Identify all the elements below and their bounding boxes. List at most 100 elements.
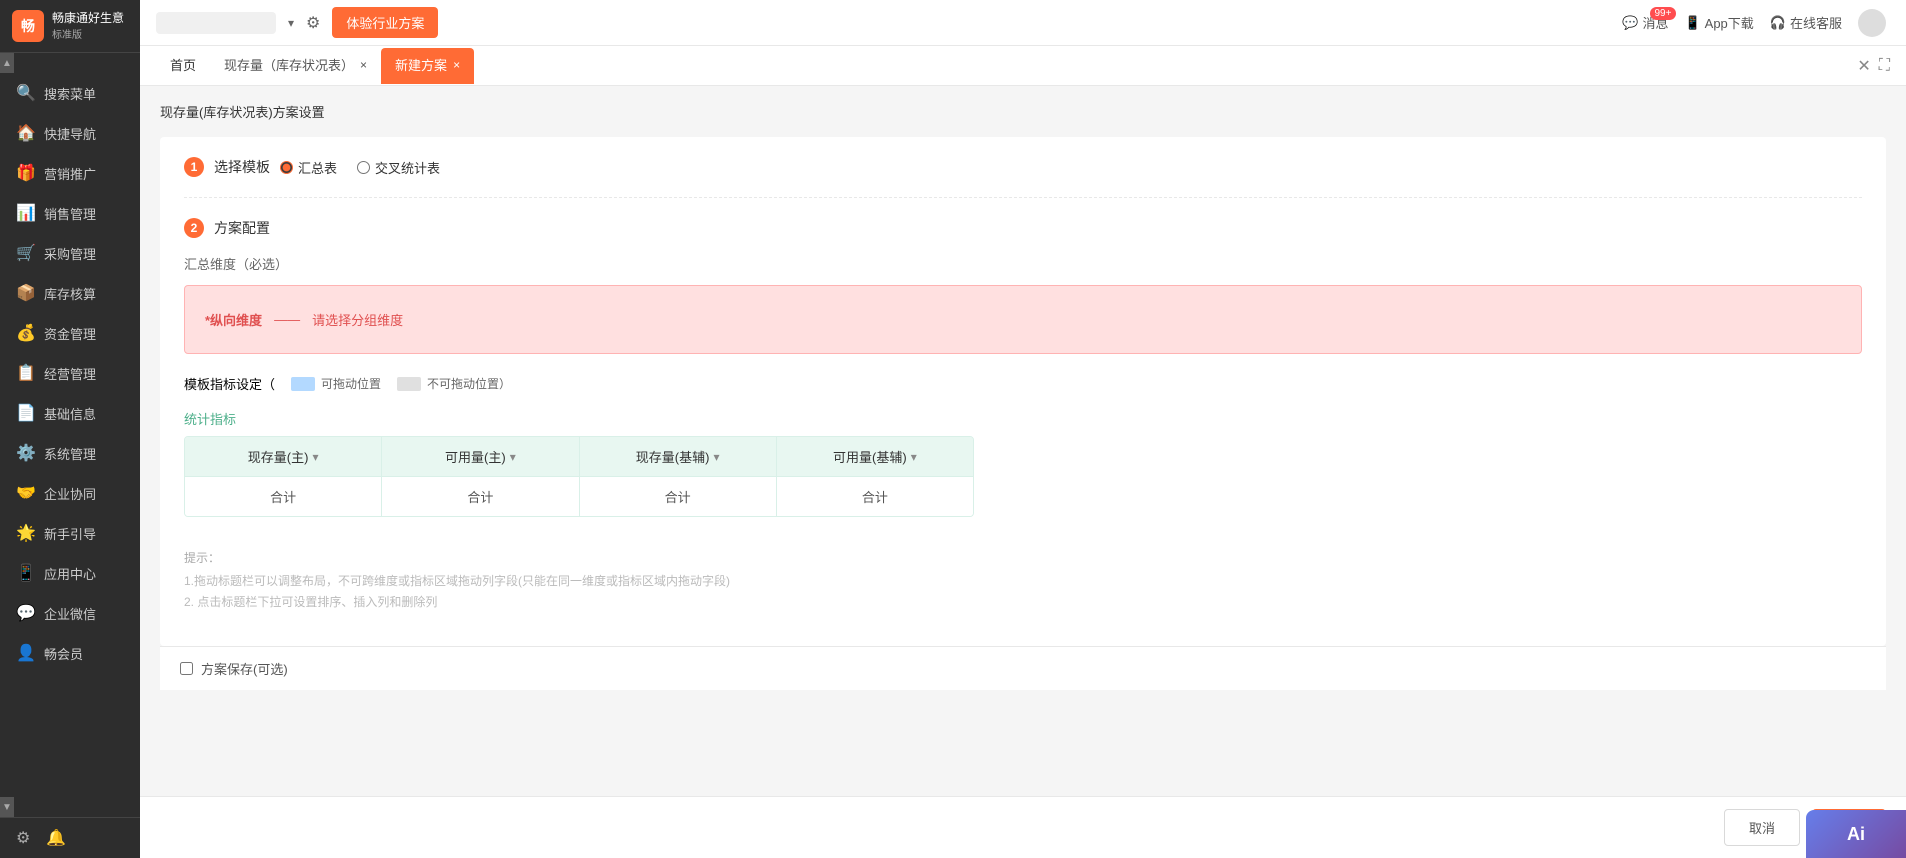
- col-available-main[interactable]: 可用量(主) ▾: [382, 437, 579, 476]
- sidebar-item-purchase[interactable]: 🛒 采购管理: [0, 233, 140, 273]
- step1-header: 1 选择模板 汇总表 交叉统计表: [184, 157, 1862, 177]
- col-current-main-arrow[interactable]: ▾: [312, 450, 318, 464]
- col-current-aux[interactable]: 现存量(基辅) ▾: [580, 437, 777, 476]
- system-icon: ⚙️: [16, 443, 36, 463]
- col-current-main[interactable]: 现存量(主) ▾: [185, 437, 382, 476]
- inventory-icon: 📦: [16, 283, 36, 303]
- try-industry-button[interactable]: 体验行业方案: [332, 7, 438, 38]
- sidebar-item-shortcut[interactable]: 🏠 快捷导航: [0, 113, 140, 153]
- wechat-icon: 💬: [16, 603, 36, 623]
- tips-title: 提示：: [184, 549, 1862, 566]
- sidebar-label-shortcut: 快捷导航: [44, 124, 96, 143]
- app-download-label: App下载: [1705, 13, 1754, 32]
- unmovable-color-box: [397, 377, 421, 391]
- sidebar-item-marketing[interactable]: 🎁 营销推广: [0, 153, 140, 193]
- radio-summary-label: 汇总表: [298, 158, 337, 177]
- topbar: ▾ ⚙ 体验行业方案 💬 消息 99+ 📱 App下载 🎧 在线客服: [140, 0, 1906, 46]
- window-close-icon[interactable]: ✕: [1857, 56, 1870, 76]
- dimension-required-label: *纵向维度: [205, 310, 262, 329]
- topbar-gear-icon[interactable]: ⚙: [306, 13, 320, 33]
- sidebar-scroll-down-btn[interactable]: ▼: [0, 797, 14, 817]
- movable-color-box: [291, 377, 315, 391]
- sidebar-label-member: 畅会员: [44, 644, 83, 663]
- col-available-aux-label: 可用量(基辅): [833, 447, 907, 466]
- online-service-label: 在线客服: [1790, 13, 1842, 32]
- dimension-box[interactable]: *纵向维度 —— 请选择分组维度: [184, 285, 1862, 354]
- sidebar-item-basic[interactable]: 📄 基础信息: [0, 393, 140, 433]
- col-available-aux[interactable]: 可用量(基辅) ▾: [777, 437, 973, 476]
- step2-title: 方案配置: [214, 218, 270, 238]
- cooperation-icon: 🤝: [16, 483, 36, 503]
- apps-icon: 📱: [16, 563, 36, 583]
- sidebar-item-inventory[interactable]: 📦 库存核算: [0, 273, 140, 313]
- tabs-bar: 首页 现存量（库存状况表） × 新建方案 × ✕ ⛶: [140, 46, 1906, 86]
- sidebar: 畅 畅康通好生意 标准版 ▲ 🔍 搜索菜单 🏠 快捷导航 🎁 营销推广 📊 销售…: [0, 0, 140, 858]
- sidebar-item-system[interactable]: ⚙️ 系统管理: [0, 433, 140, 473]
- basic-icon: 📄: [16, 403, 36, 423]
- tips-item-0: 1.拖动标题栏可以调整布局，不可跨维度或指标区域拖动列字段(只能在同一维度或指标…: [184, 572, 1862, 589]
- ai-float-button[interactable]: Ai: [1806, 810, 1906, 858]
- radio-summary-input[interactable]: [280, 161, 293, 174]
- sidebar-item-wechat[interactable]: 💬 企业微信: [0, 593, 140, 633]
- sidebar-item-operations[interactable]: 📋 经营管理: [0, 353, 140, 393]
- headset-icon: 🎧: [1770, 15, 1786, 31]
- user-avatar-area[interactable]: [1858, 9, 1890, 37]
- sidebar-scroll-up-btn[interactable]: ▲: [0, 53, 14, 73]
- content-area: 现存量(库存状况表)方案设置 1 选择模板 汇总表 交叉统计表: [140, 86, 1906, 796]
- online-service-button[interactable]: 🎧 在线客服: [1770, 13, 1842, 32]
- topbar-dropdown-icon[interactable]: ▾: [288, 16, 294, 30]
- cancel-button[interactable]: 取消: [1724, 809, 1800, 846]
- indicator-section-title: 模板指标设定（: [184, 374, 275, 393]
- search-input[interactable]: [156, 12, 276, 34]
- sidebar-item-cooperation[interactable]: 🤝 企业协同: [0, 473, 140, 513]
- page-title: 现存量(库存状况表)方案设置: [160, 102, 1886, 121]
- settings-icon[interactable]: ⚙: [16, 828, 30, 848]
- search-icon: 🔍: [16, 83, 36, 103]
- tips-item-1: 2. 点击标题栏下拉可设置排序、插入列和删除列: [184, 593, 1862, 610]
- bottom-bar: 取消 查询: [140, 796, 1906, 858]
- tab-new-plan-close[interactable]: ×: [453, 58, 460, 72]
- sidebar-label-marketing: 营销推广: [44, 164, 96, 183]
- phone-icon: 📱: [1684, 15, 1700, 31]
- tab-inventory-close[interactable]: ×: [360, 58, 367, 72]
- sound-icon[interactable]: 🔔: [46, 828, 66, 848]
- sidebar-footer: ⚙ 🔔: [0, 817, 140, 858]
- stats-table-body: 合计 合计 合计 合计: [185, 476, 973, 516]
- app-download-button[interactable]: 📱 App下载: [1684, 13, 1753, 32]
- app-edition: 标准版: [52, 26, 124, 41]
- movable-toggle: 可拖动位置: [291, 375, 381, 392]
- app-name: 畅康通好生意: [52, 11, 124, 27]
- sidebar-nav: 🔍 搜索菜单 🏠 快捷导航 🎁 营销推广 📊 销售管理 🛒 采购管理 📦 库存核…: [0, 73, 140, 797]
- purchase-icon: 🛒: [16, 243, 36, 263]
- marketing-icon: 🎁: [16, 163, 36, 183]
- radio-cross[interactable]: 交叉统计表: [357, 158, 440, 177]
- sidebar-label-operations: 经营管理: [44, 364, 96, 383]
- scroll-down-arrow[interactable]: ▼: [0, 797, 14, 817]
- radio-summary[interactable]: 汇总表: [280, 158, 337, 177]
- tab-new-plan[interactable]: 新建方案 ×: [381, 48, 474, 84]
- sidebar-item-member[interactable]: 👤 畅会员: [0, 633, 140, 673]
- col-available-aux-arrow[interactable]: ▾: [911, 450, 917, 464]
- tab-inventory-status[interactable]: 现存量（库存状况表） ×: [210, 46, 381, 86]
- sidebar-label-wechat: 企业微信: [44, 604, 96, 623]
- messages-button[interactable]: 💬 消息 99+: [1622, 13, 1668, 32]
- tab-home[interactable]: 首页: [156, 46, 210, 86]
- sidebar-item-sales[interactable]: 📊 销售管理: [0, 193, 140, 233]
- sidebar-item-apps[interactable]: 📱 应用中心: [0, 553, 140, 593]
- topbar-right: 💬 消息 99+ 📱 App下载 🎧 在线客服: [1622, 9, 1890, 37]
- messages-badge: 99+: [1650, 7, 1677, 20]
- step-divider: [184, 197, 1862, 198]
- scroll-up-arrow[interactable]: ▲: [0, 53, 14, 73]
- unmovable-label: 不可拖动位置）: [427, 375, 511, 392]
- col-current-aux-arrow[interactable]: ▾: [713, 450, 719, 464]
- sidebar-item-search[interactable]: 🔍 搜索菜单: [0, 73, 140, 113]
- sidebar-item-newbie[interactable]: 🌟 新手引导: [0, 513, 140, 553]
- sidebar-item-finance[interactable]: 💰 资金管理: [0, 313, 140, 353]
- radio-cross-input[interactable]: [357, 161, 370, 174]
- window-expand-icon[interactable]: ⛶: [1879, 57, 1890, 75]
- sidebar-label-apps: 应用中心: [44, 564, 96, 583]
- col-available-main-arrow[interactable]: ▾: [510, 450, 516, 464]
- save-checkbox[interactable]: [180, 662, 193, 675]
- sidebar-label-search: 搜索菜单: [44, 84, 96, 103]
- member-icon: 👤: [16, 643, 36, 663]
